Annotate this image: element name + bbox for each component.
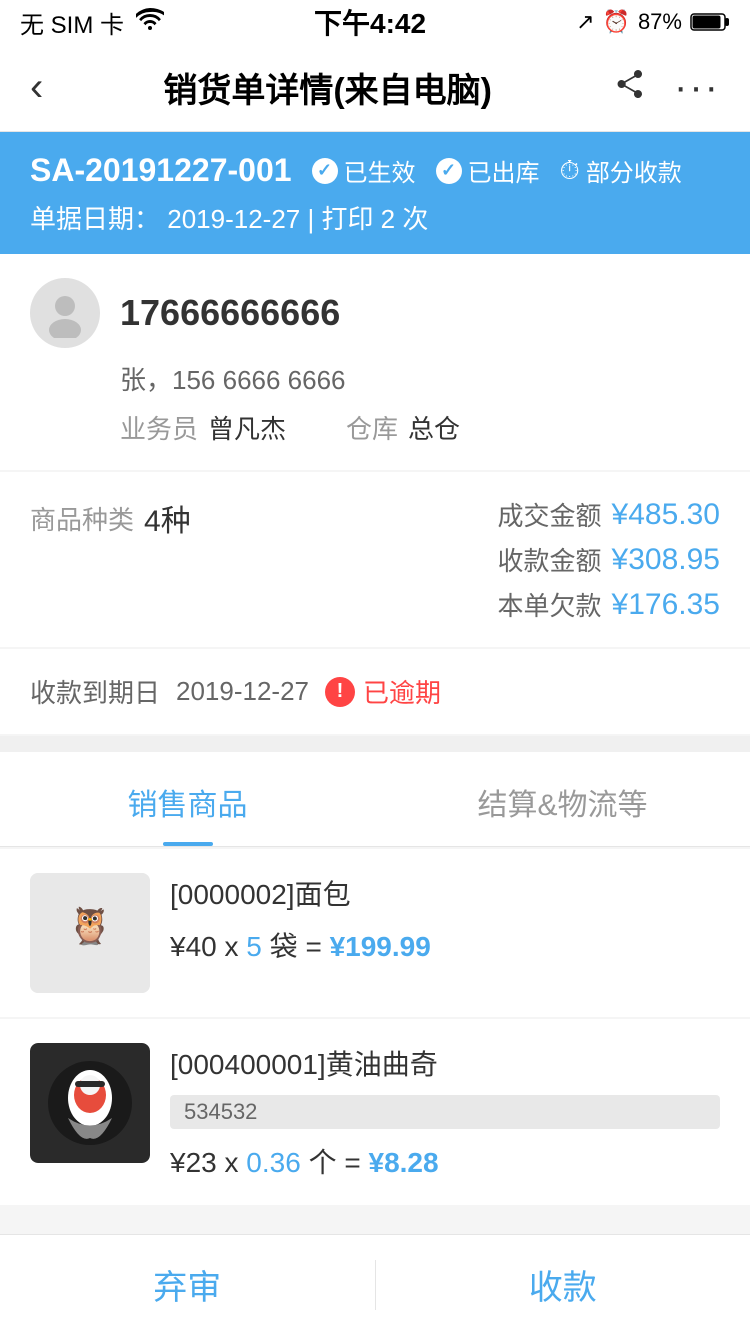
- customer-avatar: [30, 278, 100, 348]
- location-icon: ↗: [576, 9, 594, 35]
- sales-label: 业务员: [120, 409, 198, 446]
- type-count: 4种: [144, 496, 191, 540]
- customer-section: 17666666666 张，156 6666 6666 业务员 曾凡杰 仓库 总…: [0, 254, 750, 470]
- product-qty-2: 0.36: [246, 1147, 301, 1178]
- carrier-text: 无 SIM 卡: [20, 5, 124, 40]
- owed-amount-row: 本单欠款 ¥176.35: [498, 586, 720, 623]
- bottom-bar: 弃审 收款: [0, 1234, 750, 1334]
- product-total-2: ¥8.28: [369, 1147, 439, 1178]
- customer-contact: 张，156 6666 6666: [30, 360, 720, 397]
- product-price-row-1: ¥40 x 5 袋 = ¥199.99: [170, 925, 720, 965]
- page-title: 销货单详情(来自电脑): [163, 63, 492, 112]
- product-info-2: [000400001]黄油曲奇 534532 ¥23 x 0.36 个 = ¥8…: [170, 1043, 720, 1181]
- status-effective: ✓ 已生效: [312, 153, 416, 188]
- receipt-label: 收款金额: [498, 541, 602, 578]
- wifi-icon: [136, 8, 164, 37]
- nav-actions: ···: [612, 65, 720, 110]
- type-label: 商品种类: [30, 500, 134, 537]
- customer-meta: 业务员 曾凡杰 仓库 总仓: [30, 409, 720, 446]
- status-bar-time: 下午4:42: [314, 2, 426, 42]
- deal-label: 成交金额: [498, 496, 602, 533]
- status-effective-text: 已生效: [344, 153, 416, 188]
- warehouse-info: 仓库 总仓: [346, 409, 460, 446]
- status-partial-payment: ⏱ 部分收款: [560, 153, 682, 188]
- type-count-row: 商品种类 4种: [30, 496, 191, 540]
- check-icon-effective: ✓: [312, 158, 338, 184]
- order-date-row: 单据日期： 2019-12-27 | 打印 2 次: [30, 199, 720, 236]
- due-date-value: 2019-12-27: [176, 676, 309, 707]
- product-thumbnail-1: 🦉: [30, 873, 150, 993]
- tabs-section: 销售商品 结算&物流等: [0, 752, 750, 847]
- product-total-1: ¥199.99: [330, 931, 431, 962]
- section-divider: [0, 736, 750, 752]
- product-unit-price-1: ¥40: [170, 931, 217, 962]
- status-bar-right: ↗ ⏰ 87%: [576, 9, 730, 35]
- product-item: [000400001]黄油曲奇 534532 ¥23 x 0.36 个 = ¥8…: [0, 1019, 750, 1205]
- product-sku-2: 534532: [170, 1095, 720, 1129]
- share-icon[interactable]: [612, 68, 644, 108]
- status-shipped-text: 已出库: [468, 153, 540, 188]
- product-price-row-2: ¥23 x 0.36 个 = ¥8.28: [170, 1141, 720, 1181]
- product-info-1: [0000002]面包 ¥40 x 5 袋 = ¥199.99: [170, 873, 720, 965]
- date-label: 单据日期：: [30, 204, 160, 234]
- alarm-icon: ⏰: [603, 9, 630, 35]
- summary-left: 商品种类 4种: [30, 496, 191, 540]
- product-thumbnail-2: [30, 1043, 150, 1163]
- customer-id: 17666666666: [120, 292, 340, 334]
- status-shipped: ✓ 已出库: [436, 153, 540, 188]
- warehouse-label: 仓库: [346, 409, 398, 446]
- cancel-review-button[interactable]: 弃审: [0, 1240, 375, 1329]
- status-bar: 无 SIM 卡 下午4:42 ↗ ⏰ 87%: [0, 0, 750, 44]
- tab-products[interactable]: 销售商品: [0, 752, 375, 846]
- product-unit-price-2: ¥23: [170, 1147, 217, 1178]
- warehouse-name: 总仓: [408, 409, 460, 446]
- deal-amount-row: 成交金额 ¥485.30: [498, 496, 720, 533]
- deal-amount: ¥485.30: [612, 498, 720, 532]
- sales-info: 业务员 曾凡杰: [120, 409, 286, 446]
- tabs-row: 销售商品 结算&物流等: [0, 752, 750, 847]
- product-name-2: [000400001]黄油曲奇: [170, 1043, 720, 1083]
- product-list: 🦉 [0000002]面包 ¥40 x 5 袋 = ¥199.99: [0, 849, 750, 1205]
- due-date-section: 收款到期日 2019-12-27 ! 已逾期: [0, 649, 750, 734]
- order-id: SA-20191227-001: [30, 152, 292, 189]
- more-icon[interactable]: ···: [674, 65, 720, 110]
- owed-amount: ¥176.35: [612, 588, 720, 622]
- order-header-banner: SA-20191227-001 ✓ 已生效 ✓ 已出库 ⏱ 部分收款 单据日期：…: [0, 132, 750, 254]
- tab-settlement[interactable]: 结算&物流等: [375, 752, 750, 846]
- overdue-badge: ! 已逾期: [325, 673, 441, 710]
- receipt-amount: ¥308.95: [612, 543, 720, 577]
- check-icon-shipped: ✓: [436, 158, 462, 184]
- print-info: | 打印 2 次: [307, 204, 428, 234]
- overdue-icon: !: [325, 677, 355, 707]
- product-qty-1: 5: [246, 931, 262, 962]
- owed-label: 本单欠款: [498, 586, 602, 623]
- product-item: 🦉 [0000002]面包 ¥40 x 5 袋 = ¥199.99: [0, 849, 750, 1017]
- nav-bar: ‹ 销货单详情(来自电脑) ···: [0, 44, 750, 132]
- svg-text:🦉: 🦉: [68, 905, 113, 946]
- tab-products-label: 销售商品: [128, 789, 248, 822]
- battery-text: 87%: [638, 9, 682, 35]
- summary-section: 商品种类 4种 成交金额 ¥485.30 收款金额 ¥308.95 本单欠款 ¥…: [0, 472, 750, 647]
- overdue-text: 已逾期: [363, 673, 441, 710]
- product-name-1: [0000002]面包: [170, 873, 720, 913]
- tab-settlement-label: 结算&物流等: [477, 789, 647, 822]
- back-button[interactable]: ‹: [30, 65, 43, 110]
- status-partial-payment-text: 部分收款: [586, 153, 682, 188]
- sales-name: 曾凡杰: [208, 409, 286, 446]
- summary-right: 成交金额 ¥485.30 收款金额 ¥308.95 本单欠款 ¥176.35: [498, 496, 720, 623]
- status-bar-left: 无 SIM 卡: [20, 5, 164, 40]
- due-date-label: 收款到期日: [30, 673, 160, 710]
- receipt-amount-row: 收款金额 ¥308.95: [498, 541, 720, 578]
- order-date: 2019-12-27: [167, 204, 300, 234]
- collect-payment-button[interactable]: 收款: [376, 1240, 750, 1329]
- battery-icon: [690, 11, 730, 33]
